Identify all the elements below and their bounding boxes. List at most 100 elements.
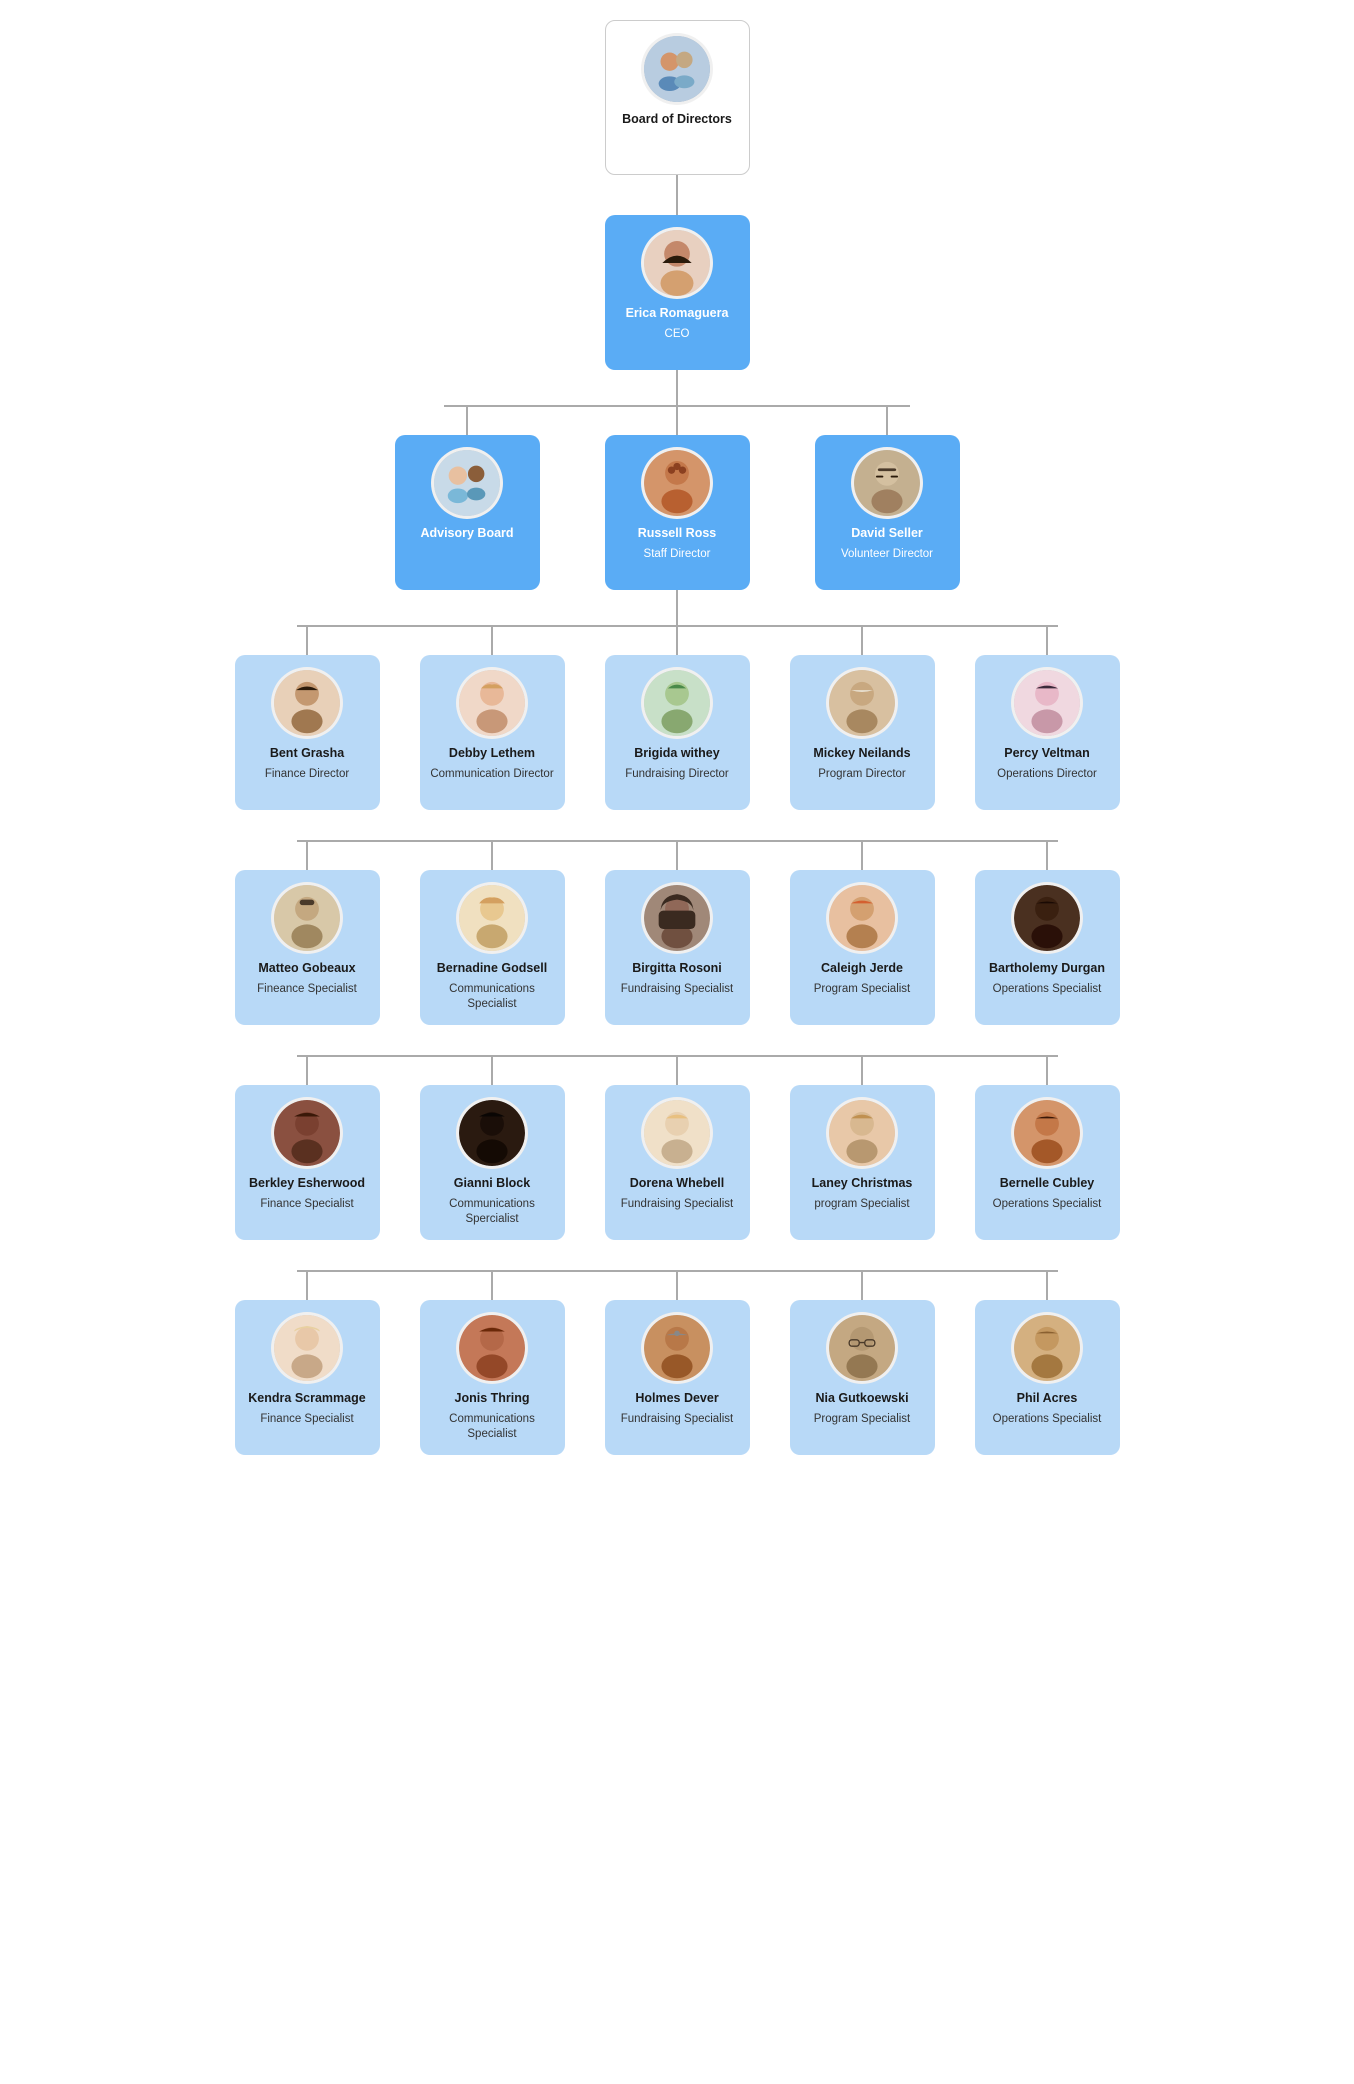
node-holmes[interactable]: Holmes Dever Fundraising Specialist [602,1300,752,1455]
node-kendra[interactable]: Kendra Scrammage Finance Specialist [232,1300,382,1455]
node-jonis-name: Jonis Thring [455,1390,530,1406]
level-1: Erica Romaguera CEO [602,215,752,370]
node-bent-title: Finance Director [265,767,349,782]
node-phil-name: Phil Acres [1017,1390,1078,1406]
node-gianni-title: Communications Spercialist [428,1197,557,1227]
avatar-percy [1011,667,1083,739]
avatar-bartholemy [1011,882,1083,954]
node-bernadine-name: Bernadine Godsell [437,960,547,976]
node-laney-title: program Specialist [814,1197,909,1212]
node-bernelle-name: Bernelle Cubley [1000,1175,1094,1191]
node-phil[interactable]: Phil Acres Operations Specialist [972,1300,1122,1455]
node-birgitta-title: Fundraising Specialist [621,982,734,997]
node-bernadine[interactable]: Bernadine Godsell Communications Special… [417,870,567,1025]
node-holmes-title: Fundraising Specialist [621,1412,734,1427]
node-russell[interactable]: Russell Ross Staff Director [602,435,752,590]
node-bent[interactable]: Bent Grasha Finance Director [232,655,382,810]
node-mickey-name: Mickey Neilands [813,745,910,761]
node-dorena-name: Dorena Whebell [630,1175,724,1191]
col-percy: Percy Veltman Operations Director [960,625,1135,810]
node-board[interactable]: Board of Directors [602,20,752,175]
node-berkley[interactable]: Berkley Esherwood Finance Specialist [232,1085,382,1240]
node-bent-name: Bent Grasha [270,745,344,761]
node-birgitta-name: Birgitta Rosoni [632,960,722,976]
node-bartholemy-title: Operations Specialist [993,982,1102,997]
node-nia-name: Nia Gutkoewski [815,1390,908,1406]
node-david-title: Volunteer Director [841,547,933,562]
node-dorena-title: Fundraising Specialist [621,1197,734,1212]
avatar-russell [641,447,713,519]
avatar-matteo [271,882,343,954]
node-gianni[interactable]: Gianni Block Communications Spercialist [417,1085,567,1240]
avatar-debby [456,667,528,739]
avatar-gianni [456,1097,528,1169]
col-brigida: Brigida withey Fundraising Director [590,625,765,810]
node-debby-name: Debby Lethem [449,745,535,761]
node-david[interactable]: David Seller Volunteer Director [812,435,962,590]
avatar-kendra [271,1312,343,1384]
node-debby[interactable]: Debby Lethem Communication Director [417,655,567,810]
node-russell-title: Staff Director [644,547,711,562]
node-bernelle[interactable]: Bernelle Cubley Operations Specialist [972,1085,1122,1240]
node-advisory[interactable]: Advisory Board [392,435,542,590]
node-ceo[interactable]: Erica Romaguera CEO [602,215,752,370]
node-ceo-title: CEO [665,327,690,342]
node-mickey-title: Program Director [818,767,906,782]
avatar-brigida [641,667,713,739]
node-matteo[interactable]: Matteo Gobeaux Fineance Specialist [232,870,382,1025]
node-nia[interactable]: Nia Gutkoewski Program Specialist [787,1300,937,1455]
node-laney-name: Laney Christmas [812,1175,913,1191]
avatar-caleigh [826,882,898,954]
node-birgitta[interactable]: Birgitta Rosoni Fundraising Specialist [602,870,752,1025]
node-jonis[interactable]: Jonis Thring Communications Specialist [417,1300,567,1455]
avatar-advisory [431,447,503,519]
node-caleigh-title: Program Specialist [814,982,911,997]
node-brigida-title: Fundraising Director [625,767,729,782]
avatar-holmes [641,1312,713,1384]
node-brigida[interactable]: Brigida withey Fundraising Director [602,655,752,810]
avatar-dorena [641,1097,713,1169]
node-david-name: David Seller [851,525,923,541]
node-percy-name: Percy Veltman [1004,745,1089,761]
node-phil-title: Operations Specialist [993,1412,1102,1427]
avatar-nia [826,1312,898,1384]
node-bernelle-title: Operations Specialist [993,1197,1102,1212]
node-caleigh[interactable]: Caleigh Jerde Program Specialist [787,870,937,1025]
node-nia-title: Program Specialist [814,1412,911,1427]
node-brigida-name: Brigida withey [634,745,719,761]
node-dorena[interactable]: Dorena Whebell Fundraising Specialist [602,1085,752,1240]
avatar-laney [826,1097,898,1169]
node-caleigh-name: Caleigh Jerde [821,960,903,976]
node-percy-title: Operations Director [997,767,1097,782]
node-mickey[interactable]: Mickey Neilands Program Director [787,655,937,810]
col-debby: Debby Lethem Communication Director [405,625,580,810]
col-bent: Bent Grasha Finance Director [220,625,395,810]
col-mickey: Mickey Neilands Program Director [775,625,950,810]
node-advisory-name: Advisory Board [420,525,513,541]
avatar-phil [1011,1312,1083,1384]
node-kendra-name: Kendra Scrammage [248,1390,365,1406]
col-russell: Russell Ross Staff Director [587,405,767,590]
node-debby-title: Communication Director [430,767,553,782]
node-kendra-title: Finance Specialist [260,1412,353,1427]
node-bartholemy-name: Bartholemy Durgan [989,960,1105,976]
node-board-name: Board of Directors [622,111,732,127]
avatar-bernelle [1011,1097,1083,1169]
node-bernadine-title: Communications Specialist [428,982,557,1012]
col-david: David Seller Volunteer Director [797,405,977,590]
avatar-bent [271,667,343,739]
org-chart: Board of Directors Erica Romaguera CEO [0,0,1354,1475]
avatar-board [641,33,713,105]
avatar-birgitta [641,882,713,954]
node-berkley-title: Finance Specialist [260,1197,353,1212]
avatar-jonis [456,1312,528,1384]
avatar-david [851,447,923,519]
node-laney[interactable]: Laney Christmas program Specialist [787,1085,937,1240]
node-bartholemy[interactable]: Bartholemy Durgan Operations Specialist [972,870,1122,1025]
node-matteo-title: Fineance Specialist [257,982,357,997]
node-russell-name: Russell Ross [638,525,717,541]
node-percy[interactable]: Percy Veltman Operations Director [972,655,1122,810]
level-0: Board of Directors [602,20,752,175]
node-jonis-title: Communications Specialist [428,1412,557,1442]
avatar-ceo [641,227,713,299]
